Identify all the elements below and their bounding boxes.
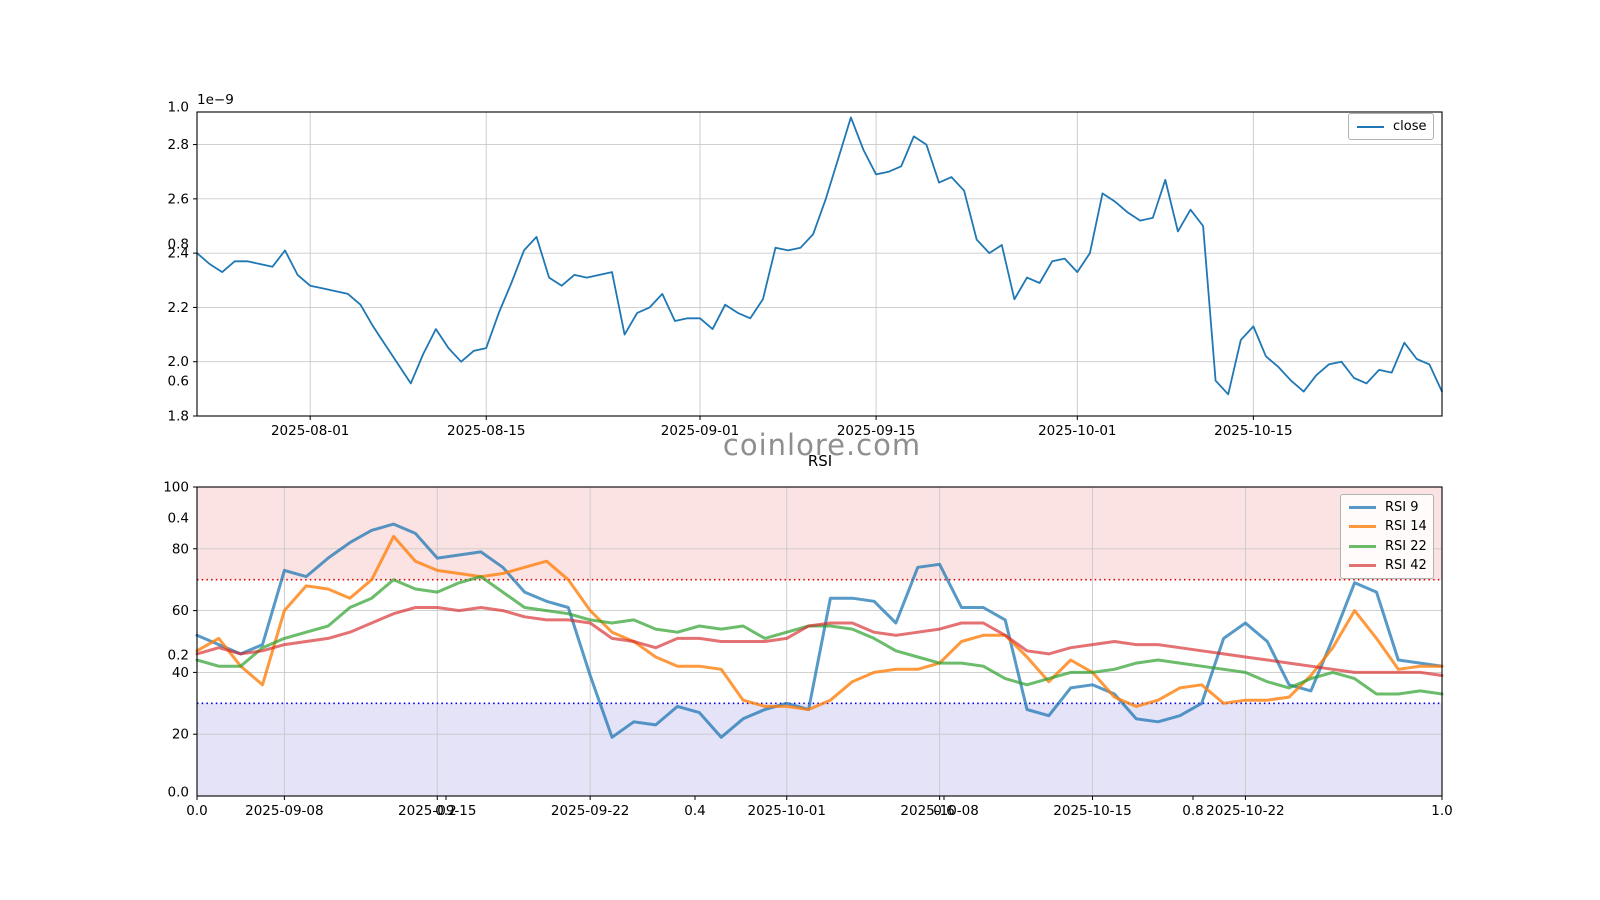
- legend-item-label: close: [1393, 119, 1427, 134]
- legend-close: close: [1348, 113, 1434, 140]
- oversold-band: [197, 703, 1442, 796]
- ytick-label: 2.0: [168, 354, 189, 370]
- overlay-ytick-label: 0.8: [168, 237, 189, 253]
- ytick-label: 1.8: [168, 409, 189, 425]
- rsi-42-line: [195, 606, 1444, 677]
- rsi-22-line: [195, 575, 1444, 696]
- overbought-band: [197, 487, 1442, 580]
- ytick-label: 2.6: [168, 191, 189, 207]
- ytick-label: 2.2: [168, 300, 189, 316]
- xtick-label: 2025-10-01: [1038, 423, 1116, 439]
- legend-rsi: RSI 9 RSI 14 RSI 22 RSI 42: [1340, 494, 1434, 579]
- overlay-xtick-label: 0.6: [933, 803, 954, 819]
- ytick-label: 40: [172, 665, 189, 681]
- legend-item: RSI 14: [1349, 517, 1427, 536]
- legend-item-label: RSI 9: [1385, 500, 1419, 516]
- overlay-ytick-label: 0.4: [168, 511, 189, 527]
- xtick-label: 2025-10-01: [748, 803, 826, 819]
- overlay-ytick-label: 0.0: [168, 785, 189, 801]
- legend-item: RSI 42: [1349, 556, 1427, 575]
- overlay-xtick-label: 0.4: [684, 803, 705, 819]
- legend-line-sample-icon: [1357, 125, 1384, 128]
- xtick-label: 2025-09-22: [551, 803, 629, 819]
- overlay-xtick-label: 0.0: [186, 803, 207, 819]
- xtick-label: 2025-10-22: [1206, 803, 1284, 819]
- xtick-label: 2025-10-15: [1214, 423, 1292, 439]
- overlay-xtick-label: 0.8: [1182, 803, 1203, 819]
- overlay-ytick-label: 0.2: [168, 648, 189, 664]
- ytick-label: 100: [163, 480, 189, 496]
- overlay-ytick-label: 1.0: [168, 100, 189, 116]
- xtick-label: 2025-08-15: [447, 423, 525, 439]
- xtick-label: 2025-08-01: [271, 423, 349, 439]
- legend-line-sample-icon: [1349, 544, 1376, 548]
- figure: 2.8 2.6 2.4 2.2 2.0 1.8 2025-08-01 2025-08-15 20…: [0, 0, 1600, 900]
- legend-item-label: RSI 14: [1385, 519, 1427, 535]
- legend-item: RSI 9: [1349, 498, 1424, 517]
- overlay-xtick-label: 1.0: [1431, 803, 1452, 819]
- overlay-ytick-label: 0.6: [168, 374, 189, 390]
- legend-item-label: RSI 42: [1385, 557, 1427, 573]
- ytick-label: 20: [172, 727, 189, 743]
- legend-item-label: RSI 22: [1385, 538, 1427, 554]
- axis-offset-label: 1e−9: [197, 92, 234, 108]
- xtick-label: 2025-09-08: [245, 803, 323, 819]
- ytick-label: 60: [172, 603, 189, 619]
- rsi-panel-title: RSI: [807, 452, 833, 470]
- legend-line-sample-icon: [1349, 563, 1376, 567]
- ytick-label: 80: [172, 541, 189, 557]
- ytick-label: 2.8: [168, 137, 189, 153]
- close-line: [196, 116, 1443, 396]
- xtick-label: 2025-10-15: [1053, 803, 1131, 819]
- legend-line-sample-icon: [1349, 506, 1376, 510]
- overlay-xtick-label: 0.2: [435, 803, 456, 819]
- legend-item: RSI 22: [1349, 537, 1427, 556]
- legend-line-sample-icon: [1349, 525, 1376, 529]
- axes-spines: [196, 111, 1443, 417]
- legend-item: close: [1357, 117, 1427, 136]
